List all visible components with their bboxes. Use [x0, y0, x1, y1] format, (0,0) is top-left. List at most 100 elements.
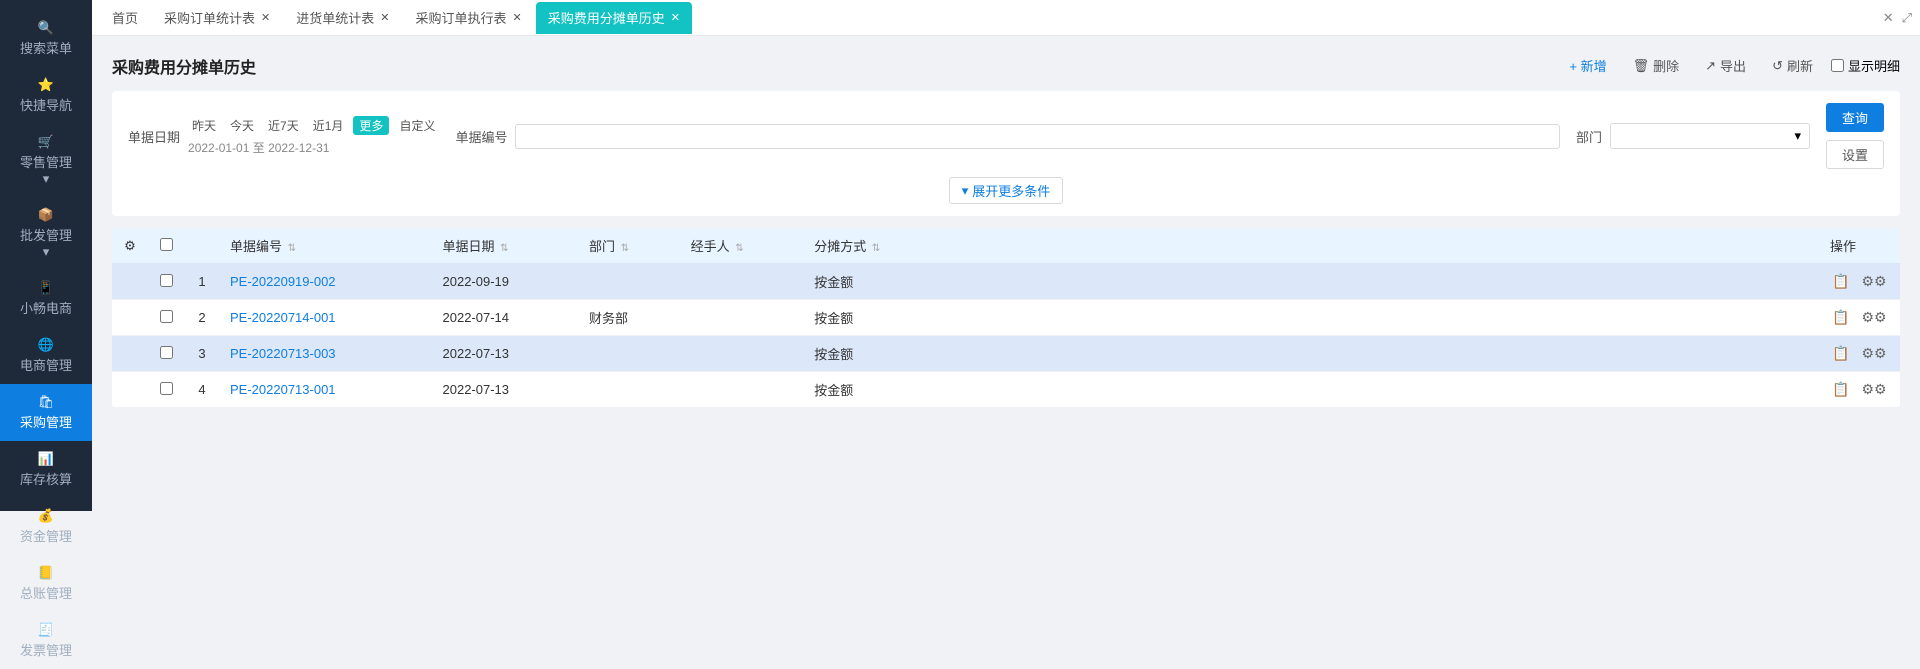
- row-checkbox[interactable]: [160, 274, 173, 287]
- close-all-icon[interactable]: ✕: [1883, 10, 1894, 26]
- edit-icon[interactable]: 📋: [1830, 379, 1851, 400]
- more-icon[interactable]: ⚙⚙: [1859, 271, 1888, 292]
- row-dept: [579, 336, 681, 372]
- mini-icon: 📱: [38, 280, 54, 295]
- doc-num-input[interactable]: [515, 124, 1560, 149]
- row-settings: [112, 336, 148, 372]
- row-check[interactable]: [148, 372, 184, 408]
- data-table: ⚙ 单据编号 ⇅ 单据日期 ⇅: [112, 228, 1900, 408]
- date-more[interactable]: 更多: [353, 116, 389, 135]
- table-header-row: ⚙ 单据编号 ⇅ 单据日期 ⇅: [112, 228, 1900, 264]
- row-method: 按金额: [804, 336, 1820, 372]
- tab-goods-in-stat-label: 进货单统计表: [296, 8, 374, 27]
- sidebar: 🔍 搜索菜单 ⭐ 快捷导航 🛒 零售管理 ▾ 📦 批发管理 ▾ 📱 小畅电商 🌐…: [0, 0, 92, 511]
- row-date: 2022-09-19: [433, 264, 579, 300]
- show-detail-checkbox-label[interactable]: 显示明细: [1831, 56, 1900, 75]
- sidebar-item-ledger[interactable]: 📒 总账管理: [0, 555, 92, 612]
- col-handler[interactable]: 经手人 ⇅: [681, 228, 805, 264]
- select-all-checkbox[interactable]: [160, 238, 173, 251]
- edit-icon[interactable]: 📋: [1830, 343, 1851, 364]
- row-handler: [681, 300, 805, 336]
- sidebar-item-ecom[interactable]: 🌐 电商管理: [0, 327, 92, 384]
- show-detail-label: 显示明细: [1848, 56, 1900, 75]
- row-method: 按金额: [804, 264, 1820, 300]
- date-today[interactable]: 今天: [226, 116, 258, 135]
- sidebar-item-mini[interactable]: 📱 小畅电商: [0, 270, 92, 327]
- add-button[interactable]: + 新增: [1561, 52, 1614, 79]
- refresh-icon: ↺: [1772, 58, 1783, 74]
- tab-purchase-order-exec[interactable]: 采购订单执行表 ✕: [403, 2, 533, 34]
- row-checkbox[interactable]: [160, 382, 173, 395]
- dept-field: 部门 ▾: [1576, 123, 1810, 149]
- query-button[interactable]: 查询: [1826, 103, 1884, 132]
- tab-purchase-order-stat-close[interactable]: ✕: [261, 11, 270, 24]
- dept-select[interactable]: ▾: [1610, 123, 1810, 149]
- delete-button[interactable]: 🗑 删除: [1625, 52, 1688, 79]
- edit-icon[interactable]: 📋: [1830, 271, 1851, 292]
- sidebar-item-nav[interactable]: ⭐ 快捷导航: [0, 67, 92, 124]
- col-check: [148, 228, 184, 264]
- tab-purchase-fee-history[interactable]: 采购费用分摊单历史 ✕: [536, 2, 692, 34]
- col-settings[interactable]: ⚙: [112, 228, 148, 264]
- doc-num-label: 单据编号: [455, 127, 507, 146]
- row-checkbox[interactable]: [160, 346, 173, 359]
- expand-button[interactable]: ▾ 展开更多条件: [949, 177, 1064, 204]
- date-yesterday[interactable]: 昨天: [188, 116, 220, 135]
- tab-purchase-order-stat-label: 采购订单统计表: [164, 8, 255, 27]
- sidebar-item-inventory[interactable]: 📊 库存核算: [0, 441, 92, 498]
- tab-purchase-order-stat[interactable]: 采购订单统计表 ✕: [152, 2, 282, 34]
- date-custom[interactable]: 自定义: [395, 116, 439, 135]
- more-icon[interactable]: ⚙⚙: [1859, 379, 1888, 400]
- col-dept[interactable]: 部门 ⇅: [579, 228, 681, 264]
- col-date[interactable]: 单据日期 ⇅: [433, 228, 579, 264]
- doc-num-link[interactable]: PE-20220714-001: [230, 310, 336, 325]
- search-area: 单据日期 昨天 今天 近7天 近1月 更多 自定义 2022-01-01 至 2…: [112, 91, 1900, 216]
- date-field-group: 昨天 今天 近7天 近1月 更多 自定义 2022-01-01 至 2022-1…: [188, 116, 439, 156]
- row-method: 按金额: [804, 372, 1820, 408]
- more-icon[interactable]: ⚙⚙: [1859, 343, 1888, 364]
- col-num: [184, 228, 220, 264]
- sidebar-item-invoice[interactable]: 🧾 发票管理: [0, 612, 92, 669]
- sidebar-item-search[interactable]: 🔍 搜索菜单: [0, 10, 92, 67]
- tab-purchase-fee-history-close[interactable]: ✕: [671, 11, 680, 24]
- chevron-down-icon: ▾: [43, 171, 50, 186]
- sort-icon: ⇅: [735, 243, 743, 254]
- chevron-down-icon: ▾: [1794, 128, 1801, 144]
- row-date: 2022-07-13: [433, 372, 579, 408]
- tab-home[interactable]: 首页: [100, 2, 150, 34]
- sidebar-item-retail[interactable]: 🛒 零售管理 ▾: [0, 124, 92, 197]
- table-row: 4 PE-20220713-001 2022-07-13 按金额 📋 ⚙⚙: [112, 372, 1900, 408]
- row-check[interactable]: [148, 336, 184, 372]
- doc-num-link[interactable]: PE-20220919-002: [230, 274, 336, 289]
- col-method[interactable]: 分摊方式 ⇅: [804, 228, 1820, 264]
- row-check[interactable]: [148, 264, 184, 300]
- doc-num-link[interactable]: PE-20220713-001: [230, 382, 336, 397]
- edit-icon[interactable]: 📋: [1830, 307, 1851, 328]
- tab-goods-in-stat[interactable]: 进货单统计表 ✕: [284, 2, 401, 34]
- maximize-icon[interactable]: ⤢: [1902, 10, 1912, 26]
- refresh-button[interactable]: ↺ 刷新: [1764, 52, 1821, 79]
- date-7days[interactable]: 近7天: [264, 116, 303, 135]
- row-method: 按金额: [804, 300, 1820, 336]
- tab-purchase-order-exec-close[interactable]: ✕: [513, 11, 522, 24]
- ecom-icon: 🌐: [38, 337, 54, 352]
- export-button[interactable]: ↗ 导出: [1697, 52, 1754, 79]
- sidebar-item-purchase[interactable]: 🛍 采购管理: [0, 384, 92, 441]
- tab-goods-in-stat-close[interactable]: ✕: [380, 11, 389, 24]
- doc-num-link[interactable]: PE-20220713-003: [230, 346, 336, 361]
- row-checkbox[interactable]: [160, 310, 173, 323]
- row-num: 4: [184, 372, 220, 408]
- date-1month[interactable]: 近1月: [309, 116, 348, 135]
- row-check[interactable]: [148, 300, 184, 336]
- row-actions: 📋 ⚙⚙: [1820, 372, 1900, 408]
- row-dept: [579, 264, 681, 300]
- tab-purchase-fee-history-label: 采购费用分摊单历史: [548, 8, 665, 27]
- show-detail-checkbox[interactable]: [1831, 59, 1844, 72]
- more-icon[interactable]: ⚙⚙: [1859, 307, 1888, 328]
- col-doc-num[interactable]: 单据编号 ⇅: [220, 228, 433, 264]
- settings-button[interactable]: 设置: [1826, 140, 1884, 169]
- date-range-text: 2022-01-01 至 2022-12-31: [188, 139, 439, 156]
- sidebar-item-finance[interactable]: 💰 资金管理: [0, 498, 92, 555]
- sidebar-item-wholesale[interactable]: 📦 批发管理 ▾: [0, 197, 92, 270]
- row-handler: [681, 264, 805, 300]
